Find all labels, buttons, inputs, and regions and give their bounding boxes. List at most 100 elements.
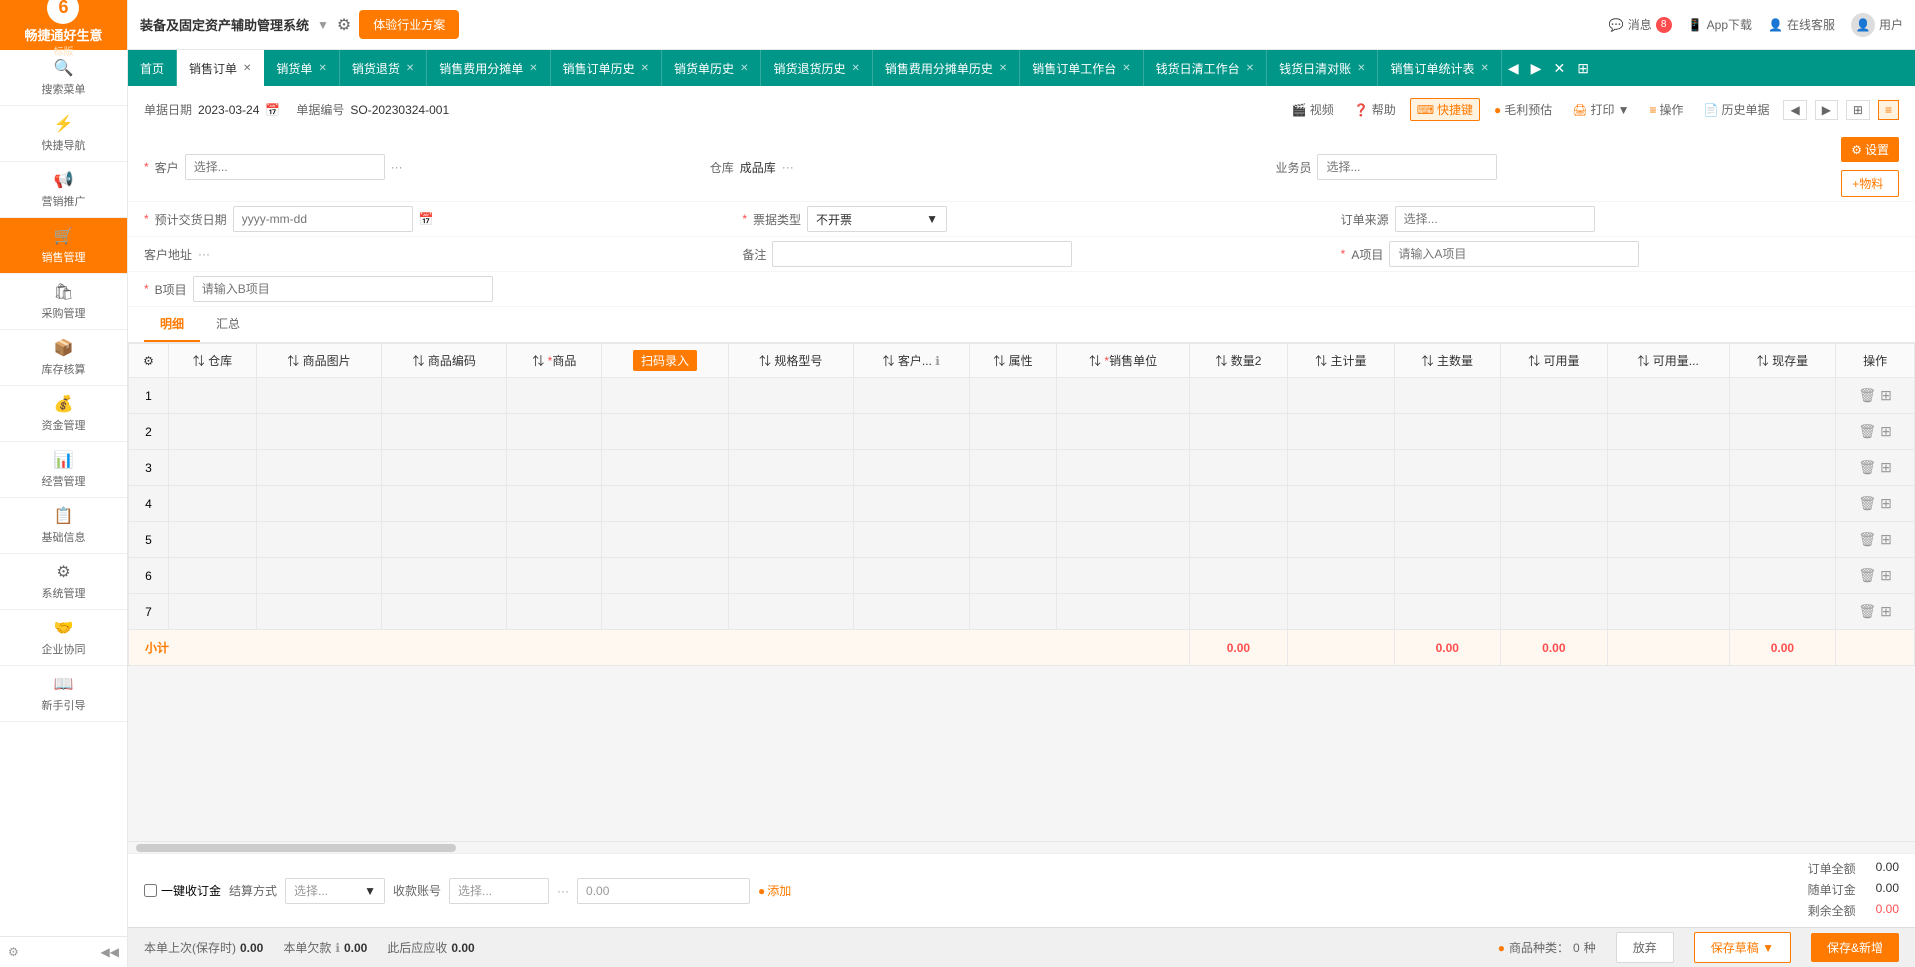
settings-icon[interactable]: ⚙ xyxy=(337,15,351,35)
sidebar-item-system[interactable]: ⚙ 系统管理 xyxy=(0,554,127,610)
row-spec-1[interactable] xyxy=(728,378,853,414)
sidebar-item-operations[interactable]: 📊 经营管理 xyxy=(0,442,127,498)
tab-sales-fee[interactable]: 销售费用分摊单 ✕ xyxy=(427,50,550,86)
sort-icon4[interactable]: ⇅ xyxy=(532,354,544,368)
sidebar-item-sales[interactable]: 🛒 销售管理 xyxy=(0,218,127,274)
add-payment-button[interactable]: ● 添加 xyxy=(758,882,791,899)
tab-fee-history[interactable]: 销售费用分摊单历史 ✕ xyxy=(873,50,1020,86)
order-source-input[interactable] xyxy=(1395,206,1595,232)
sidebar-item-marketing[interactable]: 📢 营销推广 xyxy=(0,162,127,218)
sidebar-item-inventory[interactable]: 📦 库存核算 xyxy=(0,330,127,386)
tab-reconciliation-close[interactable]: ✕ xyxy=(1357,63,1365,74)
profit-button[interactable]: ● 毛利预估 xyxy=(1488,99,1558,120)
copy-row-4[interactable]: ⊞ xyxy=(1880,495,1892,512)
app-download-button[interactable]: 📱 App下载 xyxy=(1688,16,1752,33)
row-image-2[interactable] xyxy=(256,414,381,450)
sort-icon2[interactable]: ⇅ xyxy=(287,354,299,368)
nav-left-icon[interactable]: ◀ xyxy=(1783,100,1806,120)
scrollbar-thumb[interactable] xyxy=(136,844,456,852)
tab-goods-history[interactable]: 销货单历史 ✕ xyxy=(662,50,761,86)
tab-sales-history-close[interactable]: ✕ xyxy=(641,63,649,74)
tab-goods-history-close[interactable]: ✕ xyxy=(740,63,748,74)
row-scan-1[interactable] xyxy=(602,378,728,414)
save-draft-button[interactable]: 保存草稿 ▼ xyxy=(1694,932,1791,963)
delete-row-3[interactable]: 🗑 xyxy=(1858,459,1876,476)
delete-row-5[interactable]: 🗑 xyxy=(1858,531,1876,548)
operations-button[interactable]: ≡ 操作 xyxy=(1643,99,1689,120)
copy-row-5[interactable]: ⊞ xyxy=(1880,531,1892,548)
solution-button[interactable]: 体验行业方案 xyxy=(359,10,459,39)
copy-row-6[interactable]: ⊞ xyxy=(1880,567,1892,584)
copy-row-2[interactable]: ⊞ xyxy=(1880,423,1892,440)
warehouse-dots[interactable]: ··· xyxy=(782,160,794,174)
tab-reconciliation[interactable]: 钱货日清对账 ✕ xyxy=(1267,50,1378,86)
tab-close-all-button[interactable]: ✕ xyxy=(1547,60,1571,77)
tab-workbench-close[interactable]: ✕ xyxy=(1122,63,1130,74)
tab-next-button[interactable]: ▶ xyxy=(1525,60,1548,77)
settings-gear-icon[interactable]: ⚙ xyxy=(8,945,19,959)
grid-view-icon[interactable]: ⊞ xyxy=(1846,100,1870,120)
settings-button[interactable]: ⚙ 设置 xyxy=(1841,137,1899,162)
tab-detail[interactable]: 明细 xyxy=(144,307,200,342)
row-qty2-1[interactable] xyxy=(1189,378,1287,414)
print-button[interactable]: 🖨 打印 ▼ xyxy=(1566,99,1635,120)
user-button[interactable]: 👤 用户 xyxy=(1851,13,1903,37)
invoice-select[interactable]: 不开票 ▼ xyxy=(807,206,947,232)
sort-icon12[interactable]: ⇅ xyxy=(1528,354,1540,368)
row-main-qty-2[interactable] xyxy=(1394,414,1501,450)
message-button[interactable]: 💬 消息 8 xyxy=(1609,16,1672,33)
sidebar-item-cooperation[interactable]: 🤝 企业协同 xyxy=(0,610,127,666)
row-code-2[interactable] xyxy=(382,414,507,450)
row-scan-2[interactable] xyxy=(602,414,728,450)
col-settings-header[interactable]: ⚙ xyxy=(129,344,169,378)
row-product-1[interactable] xyxy=(507,378,602,414)
save-draft-dropdown[interactable]: ▼ xyxy=(1762,941,1774,955)
tab-return-history[interactable]: 销货退货历史 ✕ xyxy=(761,50,872,86)
sort-icon14[interactable]: ⇅ xyxy=(1757,354,1769,368)
row-unit-1[interactable] xyxy=(1057,378,1189,414)
sidebar-item-search[interactable]: 🔍 搜索菜单 xyxy=(0,50,127,106)
date-picker-icon[interactable]: 📅 xyxy=(419,212,434,226)
tab-sales-goods-close[interactable]: ✕ xyxy=(318,63,326,74)
sidebar-item-quick[interactable]: ⚡ 快捷导航 xyxy=(0,106,127,162)
history-button[interactable]: 📄 历史单据 xyxy=(1697,99,1775,120)
tab-home[interactable]: 首页 xyxy=(128,50,177,86)
row-main-unit-1[interactable] xyxy=(1288,378,1395,414)
row-warehouse-2[interactable] xyxy=(169,414,257,450)
print-dropdown-icon[interactable]: ▼ xyxy=(1618,103,1630,117)
row-available2-2[interactable] xyxy=(1607,414,1729,450)
tab-fee-history-close[interactable]: ✕ xyxy=(999,63,1007,74)
shortcuts-button[interactable]: ⌨ 快捷键 xyxy=(1410,98,1480,121)
row-unit-2[interactable] xyxy=(1057,414,1189,450)
sort-icon10[interactable]: ⇅ xyxy=(1315,354,1327,368)
delete-row-7[interactable]: 🗑 xyxy=(1858,603,1876,620)
tab-sales-history[interactable]: 销售订单历史 ✕ xyxy=(551,50,662,86)
row-qty2-2[interactable] xyxy=(1189,414,1287,450)
tab-sales-order-close[interactable]: ✕ xyxy=(243,63,251,74)
row-stock-2[interactable] xyxy=(1729,414,1836,450)
delete-row-6[interactable]: 🗑 xyxy=(1858,567,1876,584)
row-main-unit-2[interactable] xyxy=(1288,414,1395,450)
account-select[interactable]: 选择... xyxy=(449,878,549,904)
row-attribute-1[interactable] xyxy=(969,378,1057,414)
tab-daily-clear-close[interactable]: ✕ xyxy=(1246,63,1254,74)
row-stock-1[interactable] xyxy=(1729,378,1836,414)
staff-input[interactable] xyxy=(1317,154,1497,180)
sort-icon9[interactable]: ⇅ xyxy=(1215,354,1227,368)
discard-button[interactable]: 放弃 xyxy=(1616,932,1674,963)
row-image-1[interactable] xyxy=(256,378,381,414)
tab-daily-clear[interactable]: 钱货日清工作台 ✕ xyxy=(1144,50,1267,86)
system-dropdown-icon[interactable]: ▼ xyxy=(317,18,329,32)
one-click-checkbox[interactable]: 一键收订金 xyxy=(144,882,221,899)
sort-icon3[interactable]: ⇅ xyxy=(412,354,424,368)
add-column-button[interactable]: +物料 xyxy=(1841,170,1899,197)
row-customer-code-1[interactable] xyxy=(853,378,969,414)
sidebar-item-purchase[interactable]: 🛍 采购管理 xyxy=(0,274,127,330)
row-available-2[interactable] xyxy=(1501,414,1608,450)
sort-icon8[interactable]: ⇅ xyxy=(1089,354,1101,368)
a-project-input[interactable] xyxy=(1389,241,1639,267)
sort-icon11[interactable]: ⇅ xyxy=(1422,354,1434,368)
tab-sales-fee-close[interactable]: ✕ xyxy=(529,63,537,74)
row-warehouse-1[interactable] xyxy=(169,378,257,414)
tab-workbench[interactable]: 销售订单工作台 ✕ xyxy=(1020,50,1143,86)
